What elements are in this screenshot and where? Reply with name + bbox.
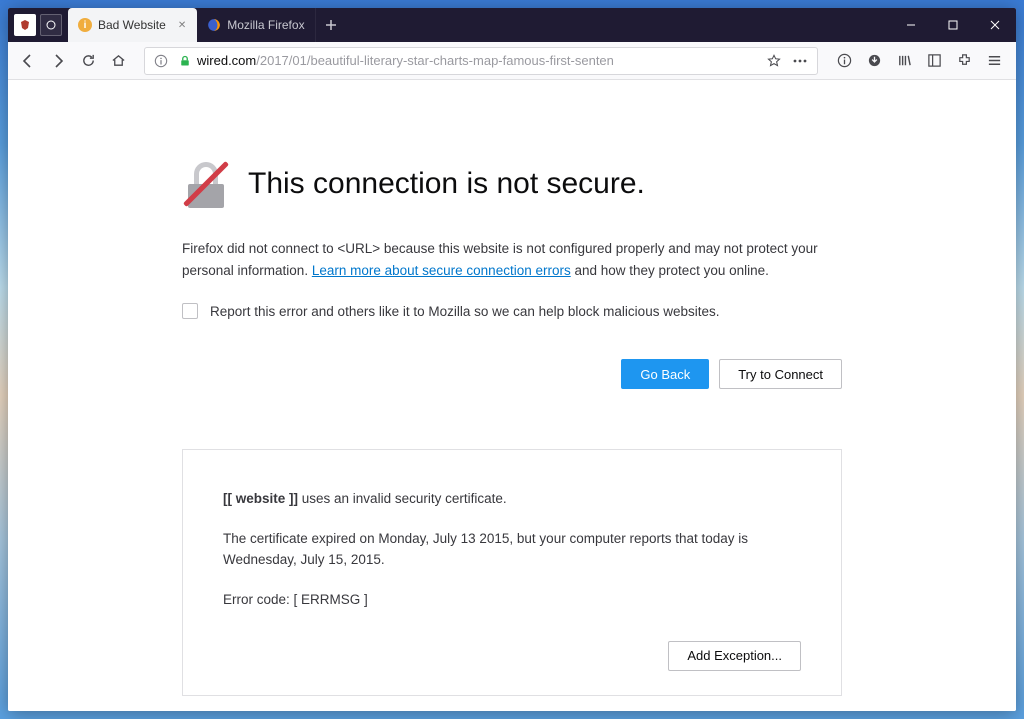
home-button[interactable] <box>104 47 132 75</box>
maximize-button[interactable] <box>932 8 974 42</box>
info-shield-icon[interactable] <box>830 47 858 75</box>
tab-inactive[interactable]: Mozilla Firefox <box>197 8 315 42</box>
tab-active[interactable]: i Bad Website ✕ <box>68 8 197 42</box>
new-tab-button[interactable] <box>316 8 346 42</box>
certificate-details-box: [[ website ]] uses an invalid security c… <box>182 449 842 695</box>
report-checkbox[interactable] <box>182 303 198 319</box>
error-desc-post: and how they protect you online. <box>571 263 769 278</box>
navigation-toolbar: wired.com/2017/01/beautiful-literary-sta… <box>8 42 1016 80</box>
forward-button[interactable] <box>44 47 72 75</box>
try-connect-button[interactable]: Try to Connect <box>719 359 842 389</box>
details-expiry: The certificate expired on Monday, July … <box>223 528 801 571</box>
window-controls <box>890 8 1016 42</box>
error-description: Firefox did not connect to <URL> because… <box>182 238 842 281</box>
app-menu-icon[interactable] <box>980 47 1008 75</box>
minimize-button[interactable] <box>890 8 932 42</box>
tab-label: Bad Website <box>98 18 166 32</box>
report-label: Report this error and others like it to … <box>210 304 719 319</box>
report-error-row: Report this error and others like it to … <box>182 303 842 319</box>
error-heading: This connection is not secure. <box>248 167 645 201</box>
tab-strip: i Bad Website ✕ Mozilla Firefox <box>68 8 890 42</box>
titlebar-app-icons <box>8 8 68 42</box>
details-website-token: [[ website ]] <box>223 491 298 506</box>
bookmark-star-icon[interactable] <box>761 54 787 68</box>
app-icon-1[interactable] <box>14 14 36 36</box>
extension-icon[interactable] <box>950 47 978 75</box>
go-back-button[interactable]: Go Back <box>621 359 709 389</box>
url-host: wired.com <box>197 53 256 68</box>
firefox-favicon-icon <box>207 18 221 32</box>
security-error-page: This connection is not secure. Firefox d… <box>182 160 842 696</box>
details-invalid-cert: [[ website ]] uses an invalid security c… <box>223 488 801 510</box>
add-exception-button[interactable]: Add Exception... <box>668 641 801 671</box>
site-info-icon[interactable] <box>149 54 173 68</box>
content-area: This connection is not secure. Firefox d… <box>8 80 1016 711</box>
learn-more-link[interactable]: Learn more about secure connection error… <box>312 263 571 278</box>
page-actions-icon[interactable] <box>787 59 813 63</box>
firefox-window: i Bad Website ✕ Mozilla Firefox <box>8 8 1016 711</box>
details-invalid-cert-text: uses an invalid security certificate. <box>298 491 507 506</box>
close-window-button[interactable] <box>974 8 1016 42</box>
tab-label: Mozilla Firefox <box>227 18 304 32</box>
url-path: /2017/01/beautiful-literary-star-charts-… <box>256 53 614 68</box>
sidebar-icon[interactable] <box>920 47 948 75</box>
library-icon[interactable] <box>890 47 918 75</box>
details-error-code: Error code: [ ERRMSG ] <box>223 589 801 611</box>
reload-button[interactable] <box>74 47 102 75</box>
insecure-lock-icon <box>182 160 230 208</box>
tab-close-icon[interactable]: ✕ <box>178 20 186 31</box>
app-icon-2[interactable] <box>40 14 62 36</box>
lock-icon <box>179 55 191 67</box>
warning-favicon-icon: i <box>78 18 92 32</box>
toolbar-right-icons <box>830 47 1010 75</box>
titlebar: i Bad Website ✕ Mozilla Firefox <box>8 8 1016 42</box>
address-bar[interactable]: wired.com/2017/01/beautiful-literary-sta… <box>144 47 818 75</box>
downloads-icon[interactable] <box>860 47 888 75</box>
primary-buttons: Go Back Try to Connect <box>182 359 842 389</box>
back-button[interactable] <box>14 47 42 75</box>
